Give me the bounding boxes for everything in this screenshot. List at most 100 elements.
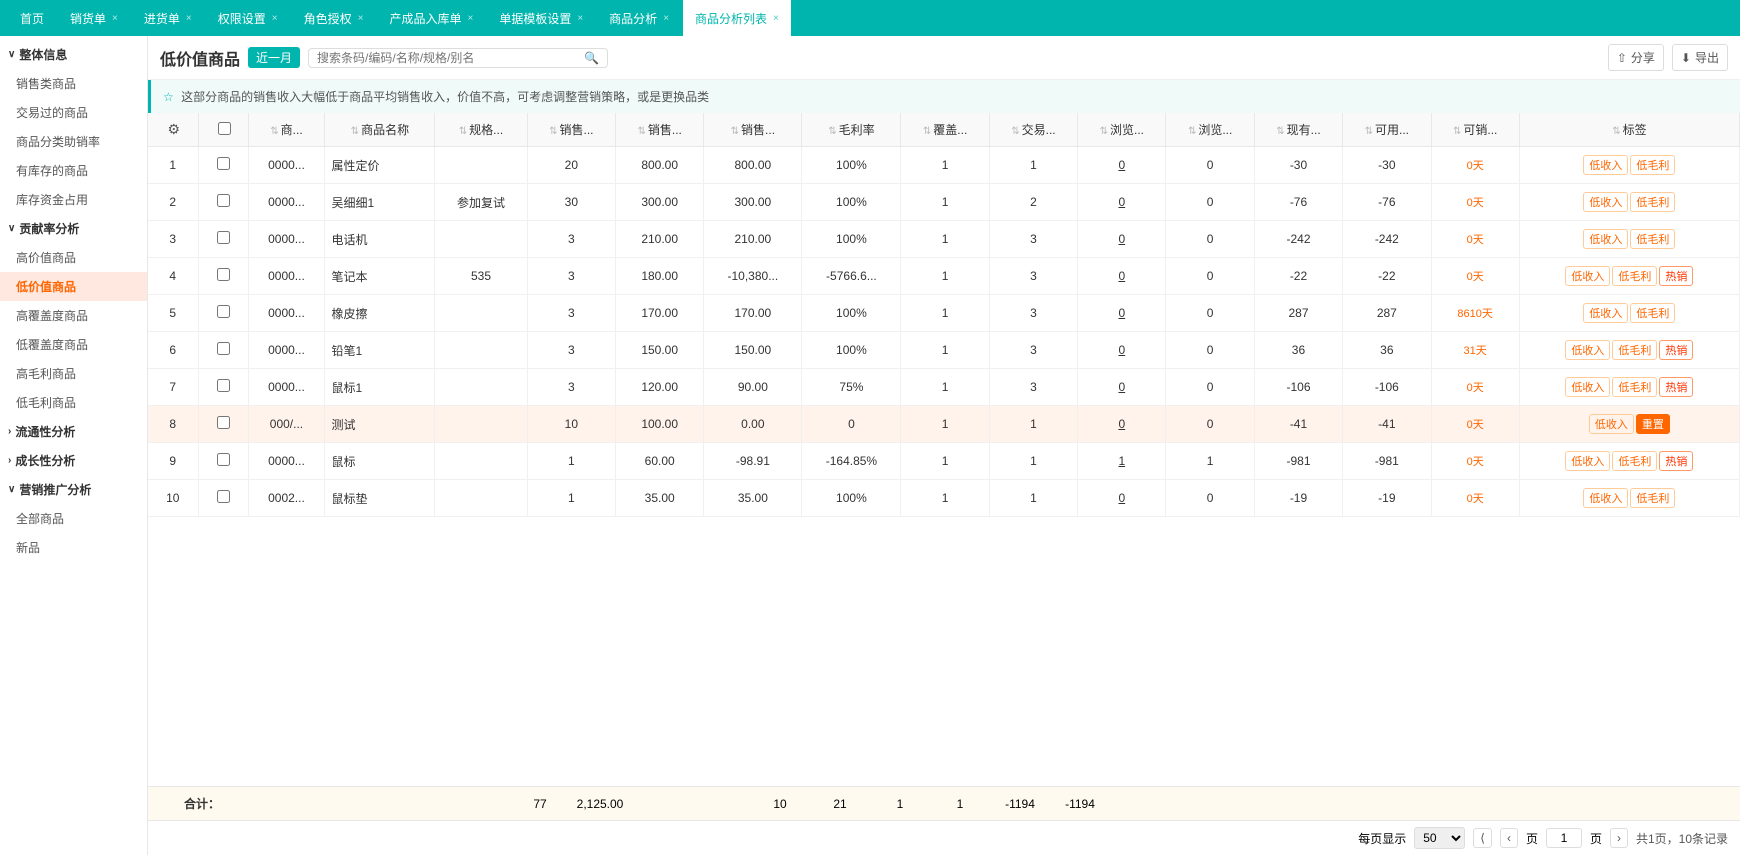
row-checkbox[interactable] (217, 379, 230, 392)
select-all-checkbox[interactable] (218, 122, 231, 135)
sales-qty-col-header[interactable]: 销售... (527, 113, 615, 147)
views1-value[interactable]: 1 (1118, 454, 1125, 468)
views1-col-header[interactable]: 浏览... (1078, 113, 1166, 147)
checkbox-cell (198, 406, 248, 443)
row-checkbox[interactable] (217, 268, 230, 281)
sidebar-item-库存资金占用[interactable]: 库存资金占用 (0, 185, 147, 214)
sidebar-section-流通性分析[interactable]: ›流通性分析 (0, 417, 147, 446)
nav-item-首页[interactable]: 首页 (8, 0, 56, 36)
share-icon: ⇧ (1617, 51, 1627, 65)
close-icon[interactable]: × (186, 13, 192, 24)
tags-col-header[interactable]: 标签 (1519, 113, 1739, 147)
coverage-col-header[interactable]: 覆盖... (901, 113, 989, 147)
settings-icon[interactable]: ⚙ (167, 121, 180, 137)
sidebar-item-全部商品[interactable]: 全部商品 (0, 504, 147, 533)
close-icon[interactable]: × (773, 13, 779, 24)
views1-value[interactable]: 0 (1118, 195, 1125, 209)
row-checkbox[interactable] (217, 305, 230, 318)
sidebar-item-交易过的商品[interactable]: 交易过的商品 (0, 98, 147, 127)
search-icon[interactable]: 🔍 (584, 51, 599, 65)
nav-item-商品分析列表[interactable]: 商品分析列表× (683, 0, 791, 36)
transactions-col-header[interactable]: 交易... (989, 113, 1077, 147)
sidebar-item-新品[interactable]: 新品 (0, 533, 147, 562)
sellable-col-header[interactable]: 可销... (1431, 113, 1519, 147)
close-icon[interactable]: × (467, 13, 473, 24)
row-checkbox[interactable] (217, 231, 230, 244)
settings-col-header: ⚙ (148, 113, 198, 147)
sidebar-section-成长性分析[interactable]: ›成长性分析 (0, 446, 147, 475)
available-cell: -30 (1343, 147, 1431, 184)
views1-value[interactable]: 0 (1118, 269, 1125, 283)
views1-value[interactable]: 0 (1118, 232, 1125, 246)
views1-value[interactable]: 0 (1118, 306, 1125, 320)
current-stock-col-header[interactable]: 现有... (1254, 113, 1342, 147)
sidebar-item-高覆盖度商品[interactable]: 高覆盖度商品 (0, 301, 147, 330)
views1-value[interactable]: 0 (1118, 380, 1125, 394)
nav-item-单据模板设置[interactable]: 单据模板设置× (487, 0, 595, 36)
sidebar-item-有库存的商品[interactable]: 有库存的商品 (0, 156, 147, 185)
coverage-cell: 1 (901, 258, 989, 295)
export-button[interactable]: ⬇ 导出 (1672, 44, 1728, 71)
row-checkbox[interactable] (217, 453, 230, 466)
code-col-header[interactable]: 商... (248, 113, 325, 147)
stock-cell: -106 (1254, 369, 1342, 406)
sidebar-item-低覆盖度商品[interactable]: 低覆盖度商品 (0, 330, 147, 359)
views1-value[interactable]: 0 (1118, 417, 1125, 431)
available-cell: 287 (1343, 295, 1431, 332)
first-page-button[interactable]: ⟨ (1473, 828, 1492, 848)
next-page-button[interactable]: › (1610, 828, 1628, 848)
page-size-select[interactable]: 50 100 200 (1414, 827, 1465, 849)
row-checkbox[interactable] (217, 490, 230, 503)
sidebar-item-低价值商品[interactable]: 低价值商品 (0, 272, 147, 301)
page-size-label: 每页显示 (1358, 830, 1406, 847)
nav-item-角色授权[interactable]: 角色授权× (292, 0, 376, 36)
nav-item-商品分析[interactable]: 商品分析× (597, 0, 681, 36)
available-col-header[interactable]: 可用... (1343, 113, 1431, 147)
spec-col-header[interactable]: 规格... (435, 113, 527, 147)
sidebar-item-高价值商品[interactable]: 高价值商品 (0, 243, 147, 272)
sidebar-item-低毛利商品[interactable]: 低毛利商品 (0, 388, 147, 417)
row-checkbox[interactable] (217, 157, 230, 170)
close-icon[interactable]: × (577, 13, 583, 24)
coverage-cell: 1 (901, 406, 989, 443)
spec-cell (435, 221, 527, 258)
sidebar-item-高毛利商品[interactable]: 高毛利商品 (0, 359, 147, 388)
close-icon[interactable]: × (112, 13, 118, 24)
close-icon[interactable]: × (358, 13, 364, 24)
close-icon[interactable]: × (272, 13, 278, 24)
page-number-input[interactable] (1546, 828, 1582, 848)
row-checkbox[interactable] (217, 342, 230, 355)
share-button[interactable]: ⇧ 分享 (1608, 44, 1664, 71)
nav-item-进货单[interactable]: 进货单× (132, 0, 204, 36)
nav-item-销货单[interactable]: 销货单× (58, 0, 130, 36)
views1-value[interactable]: 0 (1118, 343, 1125, 357)
code-cell: 0000... (248, 332, 325, 369)
sales-profit-col-header[interactable]: 销售... (704, 113, 802, 147)
close-icon[interactable]: × (663, 13, 669, 24)
qty-cell: 10 (527, 406, 615, 443)
views1-value[interactable]: 0 (1118, 491, 1125, 505)
filter-tag[interactable]: 近一月 (248, 47, 300, 68)
sidebar-item-销售类商品[interactable]: 销售类商品 (0, 69, 147, 98)
sidebar-section-营销推广分析[interactable]: ∨营销推广分析 (0, 475, 147, 504)
nav-item-产成品入库单[interactable]: 产成品入库单× (377, 0, 485, 36)
total-info: 共1页，10条记录 (1636, 830, 1728, 847)
views1-value[interactable]: 0 (1118, 158, 1125, 172)
views2-col-header[interactable]: 浏览... (1166, 113, 1254, 147)
nav-item-权限设置[interactable]: 权限设置× (206, 0, 290, 36)
tags-cell: 低收入低毛利热销 (1519, 258, 1739, 295)
amount-cell: 170.00 (616, 295, 704, 332)
sales-amount-col-header[interactable]: 销售... (616, 113, 704, 147)
sidebar-item-商品分类助销率[interactable]: 商品分类助销率 (0, 127, 147, 156)
table-container: ⚙ 商... 商品名称 规格... 销售... 销售... 销售... 毛利率 … (148, 113, 1740, 786)
prev-page-button[interactable]: ‹ (1500, 828, 1518, 848)
search-input[interactable] (317, 51, 580, 65)
sidebar-section-整体信息[interactable]: ∨整体信息 (0, 40, 147, 69)
row-checkbox[interactable] (217, 194, 230, 207)
name-col-header[interactable]: 商品名称 (325, 113, 435, 147)
row-checkbox[interactable] (217, 416, 230, 429)
gross-margin-col-header[interactable]: 毛利率 (802, 113, 901, 147)
spec-cell: 535 (435, 258, 527, 295)
table-row: 3 0000... 电话机 3 210.00 210.00 100% 1 3 0… (148, 221, 1740, 258)
sidebar-section-贡献率分析[interactable]: ∨贡献率分析 (0, 214, 147, 243)
